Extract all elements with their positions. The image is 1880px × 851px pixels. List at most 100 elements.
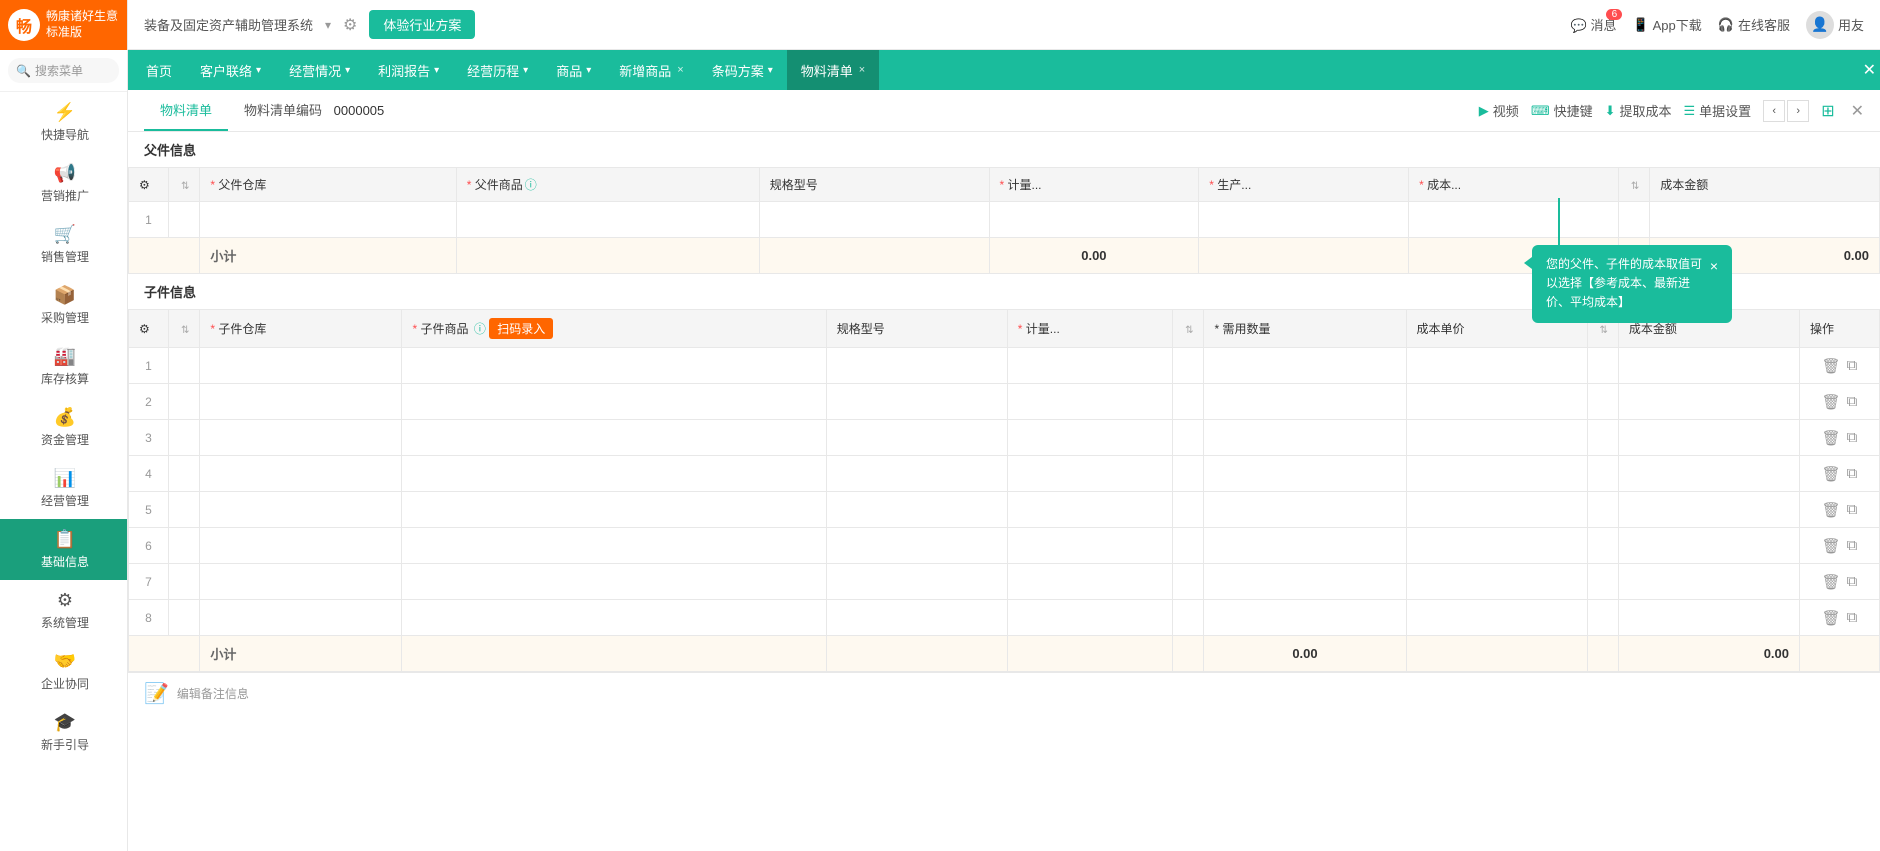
delete-icon-4[interactable]: 🗑 [1822, 465, 1841, 483]
video-action[interactable]: ▶ 视频 [1479, 101, 1519, 120]
child-row-product-2[interactable] [402, 384, 826, 420]
copy-icon-8[interactable]: ⧉ [1847, 609, 1858, 626]
online-service-btn[interactable]: 🎧 在线客服 [1718, 15, 1790, 34]
child-row-spec-1[interactable] [826, 348, 1007, 384]
sidebar-item-inventory[interactable]: 🏭 库存核算 [0, 336, 127, 397]
parent-row-unit[interactable] [989, 202, 1199, 238]
child-row-warehouse-2[interactable] [200, 384, 402, 420]
child-product-info-icon[interactable]: ⓘ [474, 322, 486, 336]
child-row-unit-5[interactable] [1007, 492, 1172, 528]
sidebar-item-collab[interactable]: 🤝 企业协同 [0, 641, 127, 702]
child-row-warehouse-4[interactable] [200, 456, 402, 492]
single-setup-action[interactable]: ☰ 单据设置 [1684, 101, 1752, 120]
tab-new-product[interactable]: 新增商品 × [605, 50, 697, 90]
child-row-product-3[interactable] [402, 420, 826, 456]
sidebar-item-finance[interactable]: 💰 资金管理 [0, 397, 127, 458]
child-row-spec-7[interactable] [826, 564, 1007, 600]
child-row-unit-4[interactable] [1007, 456, 1172, 492]
child-row-spec-3[interactable] [826, 420, 1007, 456]
sidebar-item-guide[interactable]: 🎓 新手引导 [0, 702, 127, 763]
prev-btn[interactable]: ‹ [1763, 100, 1785, 122]
delete-icon-1[interactable]: 🗑 [1822, 357, 1841, 375]
search-input[interactable]: 🔍 搜索菜单 [8, 58, 119, 83]
settings-gear-icon[interactable]: ⚙ [343, 15, 357, 35]
child-row-unit-cost-8[interactable] [1406, 600, 1587, 636]
sidebar-item-basic[interactable]: 📋 基础信息 [0, 519, 127, 580]
child-row-unit-3[interactable] [1007, 420, 1172, 456]
child-row-unit-cost-4[interactable] [1406, 456, 1587, 492]
tab-bom[interactable]: 物料清单 × [787, 50, 879, 90]
tab-bom-close[interactable]: × [859, 64, 865, 76]
child-row-spec-4[interactable] [826, 456, 1007, 492]
child-row-unit-1[interactable] [1007, 348, 1172, 384]
tab-products[interactable]: 商品 ▾ [542, 50, 605, 90]
copy-icon-2[interactable]: ⧉ [1847, 393, 1858, 410]
child-row-warehouse-7[interactable] [200, 564, 402, 600]
tab-customer[interactable]: 客户联络 ▾ [186, 50, 275, 90]
delete-icon-8[interactable]: 🗑 [1822, 609, 1841, 627]
child-row-spec-2[interactable] [826, 384, 1007, 420]
child-row-warehouse-6[interactable] [200, 528, 402, 564]
shortcut-action[interactable]: ⌨ 快捷键 [1531, 101, 1593, 120]
grid-view-icon[interactable]: ⊞ [1821, 101, 1834, 121]
child-row-req-qty-3[interactable] [1204, 420, 1406, 456]
child-row-req-qty-7[interactable] [1204, 564, 1406, 600]
sidebar-item-operations[interactable]: 📊 经营管理 [0, 458, 127, 519]
child-row-req-qty-4[interactable] [1204, 456, 1406, 492]
copy-icon-4[interactable]: ⧉ [1847, 465, 1858, 482]
tab-new-product-close[interactable]: × [677, 64, 683, 76]
delete-icon-7[interactable]: 🗑 [1822, 573, 1841, 591]
scan-input-btn[interactable]: 扫码录入 [489, 318, 553, 339]
child-row-unit-cost-3[interactable] [1406, 420, 1587, 456]
tab-profit[interactable]: 利润报告 ▾ [364, 50, 453, 90]
sidebar-item-purchase[interactable]: 📦 采购管理 [0, 275, 127, 336]
copy-icon-1[interactable]: ⧉ [1847, 357, 1858, 374]
parent-product-info-icon[interactable]: ⓘ [525, 178, 537, 192]
copy-icon-3[interactable]: ⧉ [1847, 429, 1858, 446]
child-row-req-qty-1[interactable] [1204, 348, 1406, 384]
dropdown-arrow[interactable]: ▾ [325, 18, 331, 32]
child-row-spec-8[interactable] [826, 600, 1007, 636]
parent-row-cost[interactable] [1409, 202, 1619, 238]
child-row-product-7[interactable] [402, 564, 826, 600]
child-row-req-qty-5[interactable] [1204, 492, 1406, 528]
child-row-unit-2[interactable] [1007, 384, 1172, 420]
next-btn[interactable]: › [1787, 100, 1809, 122]
copy-icon-5[interactable]: ⧉ [1847, 501, 1858, 518]
tooltip-close-btn[interactable]: × [1710, 255, 1718, 277]
copy-icon-7[interactable]: ⧉ [1847, 573, 1858, 590]
parent-th-settings[interactable]: ⚙ [129, 168, 169, 202]
sub-tab-bom-list[interactable]: 物料清单 [144, 90, 228, 131]
user-menu[interactable]: 👤 用友 [1806, 11, 1864, 39]
child-row-warehouse-8[interactable] [200, 600, 402, 636]
child-row-req-qty-8[interactable] [1204, 600, 1406, 636]
delete-icon-6[interactable]: 🗑 [1822, 537, 1841, 555]
sidebar-item-sales[interactable]: 🛒 销售管理 [0, 214, 127, 275]
parent-row-spec[interactable] [759, 202, 989, 238]
tab-home[interactable]: 首页 [132, 50, 186, 90]
parent-row-warehouse[interactable] [200, 202, 456, 238]
child-row-unit-cost-1[interactable] [1406, 348, 1587, 384]
child-row-spec-6[interactable] [826, 528, 1007, 564]
child-row-product-8[interactable] [402, 600, 826, 636]
close-page-btn[interactable]: ✕ [1851, 101, 1864, 121]
tab-barcode[interactable]: 条码方案 ▾ [698, 50, 787, 90]
child-row-product-4[interactable] [402, 456, 826, 492]
child-row-unit-cost-6[interactable] [1406, 528, 1587, 564]
child-row-unit-7[interactable] [1007, 564, 1172, 600]
child-row-req-qty-6[interactable] [1204, 528, 1406, 564]
child-row-unit-cost-7[interactable] [1406, 564, 1587, 600]
child-row-req-qty-2[interactable] [1204, 384, 1406, 420]
child-row-product-6[interactable] [402, 528, 826, 564]
child-row-unit-cost-2[interactable] [1406, 384, 1587, 420]
copy-icon-6[interactable]: ⧉ [1847, 537, 1858, 554]
bottom-bar-text[interactable]: 编辑备注信息 [177, 685, 249, 702]
messages-btn[interactable]: 💬 6 消息 [1571, 15, 1617, 34]
sub-tab-bom-code[interactable]: 物料清单编码 0000005 [228, 90, 400, 131]
experience-btn[interactable]: 体验行业方案 [369, 10, 475, 39]
search-area[interactable]: 🔍 搜索菜单 [0, 50, 127, 92]
delete-icon-5[interactable]: 🗑 [1822, 501, 1841, 519]
delete-icon-3[interactable]: 🗑 [1822, 429, 1841, 447]
child-row-product-1[interactable] [402, 348, 826, 384]
child-row-unit-cost-5[interactable] [1406, 492, 1587, 528]
